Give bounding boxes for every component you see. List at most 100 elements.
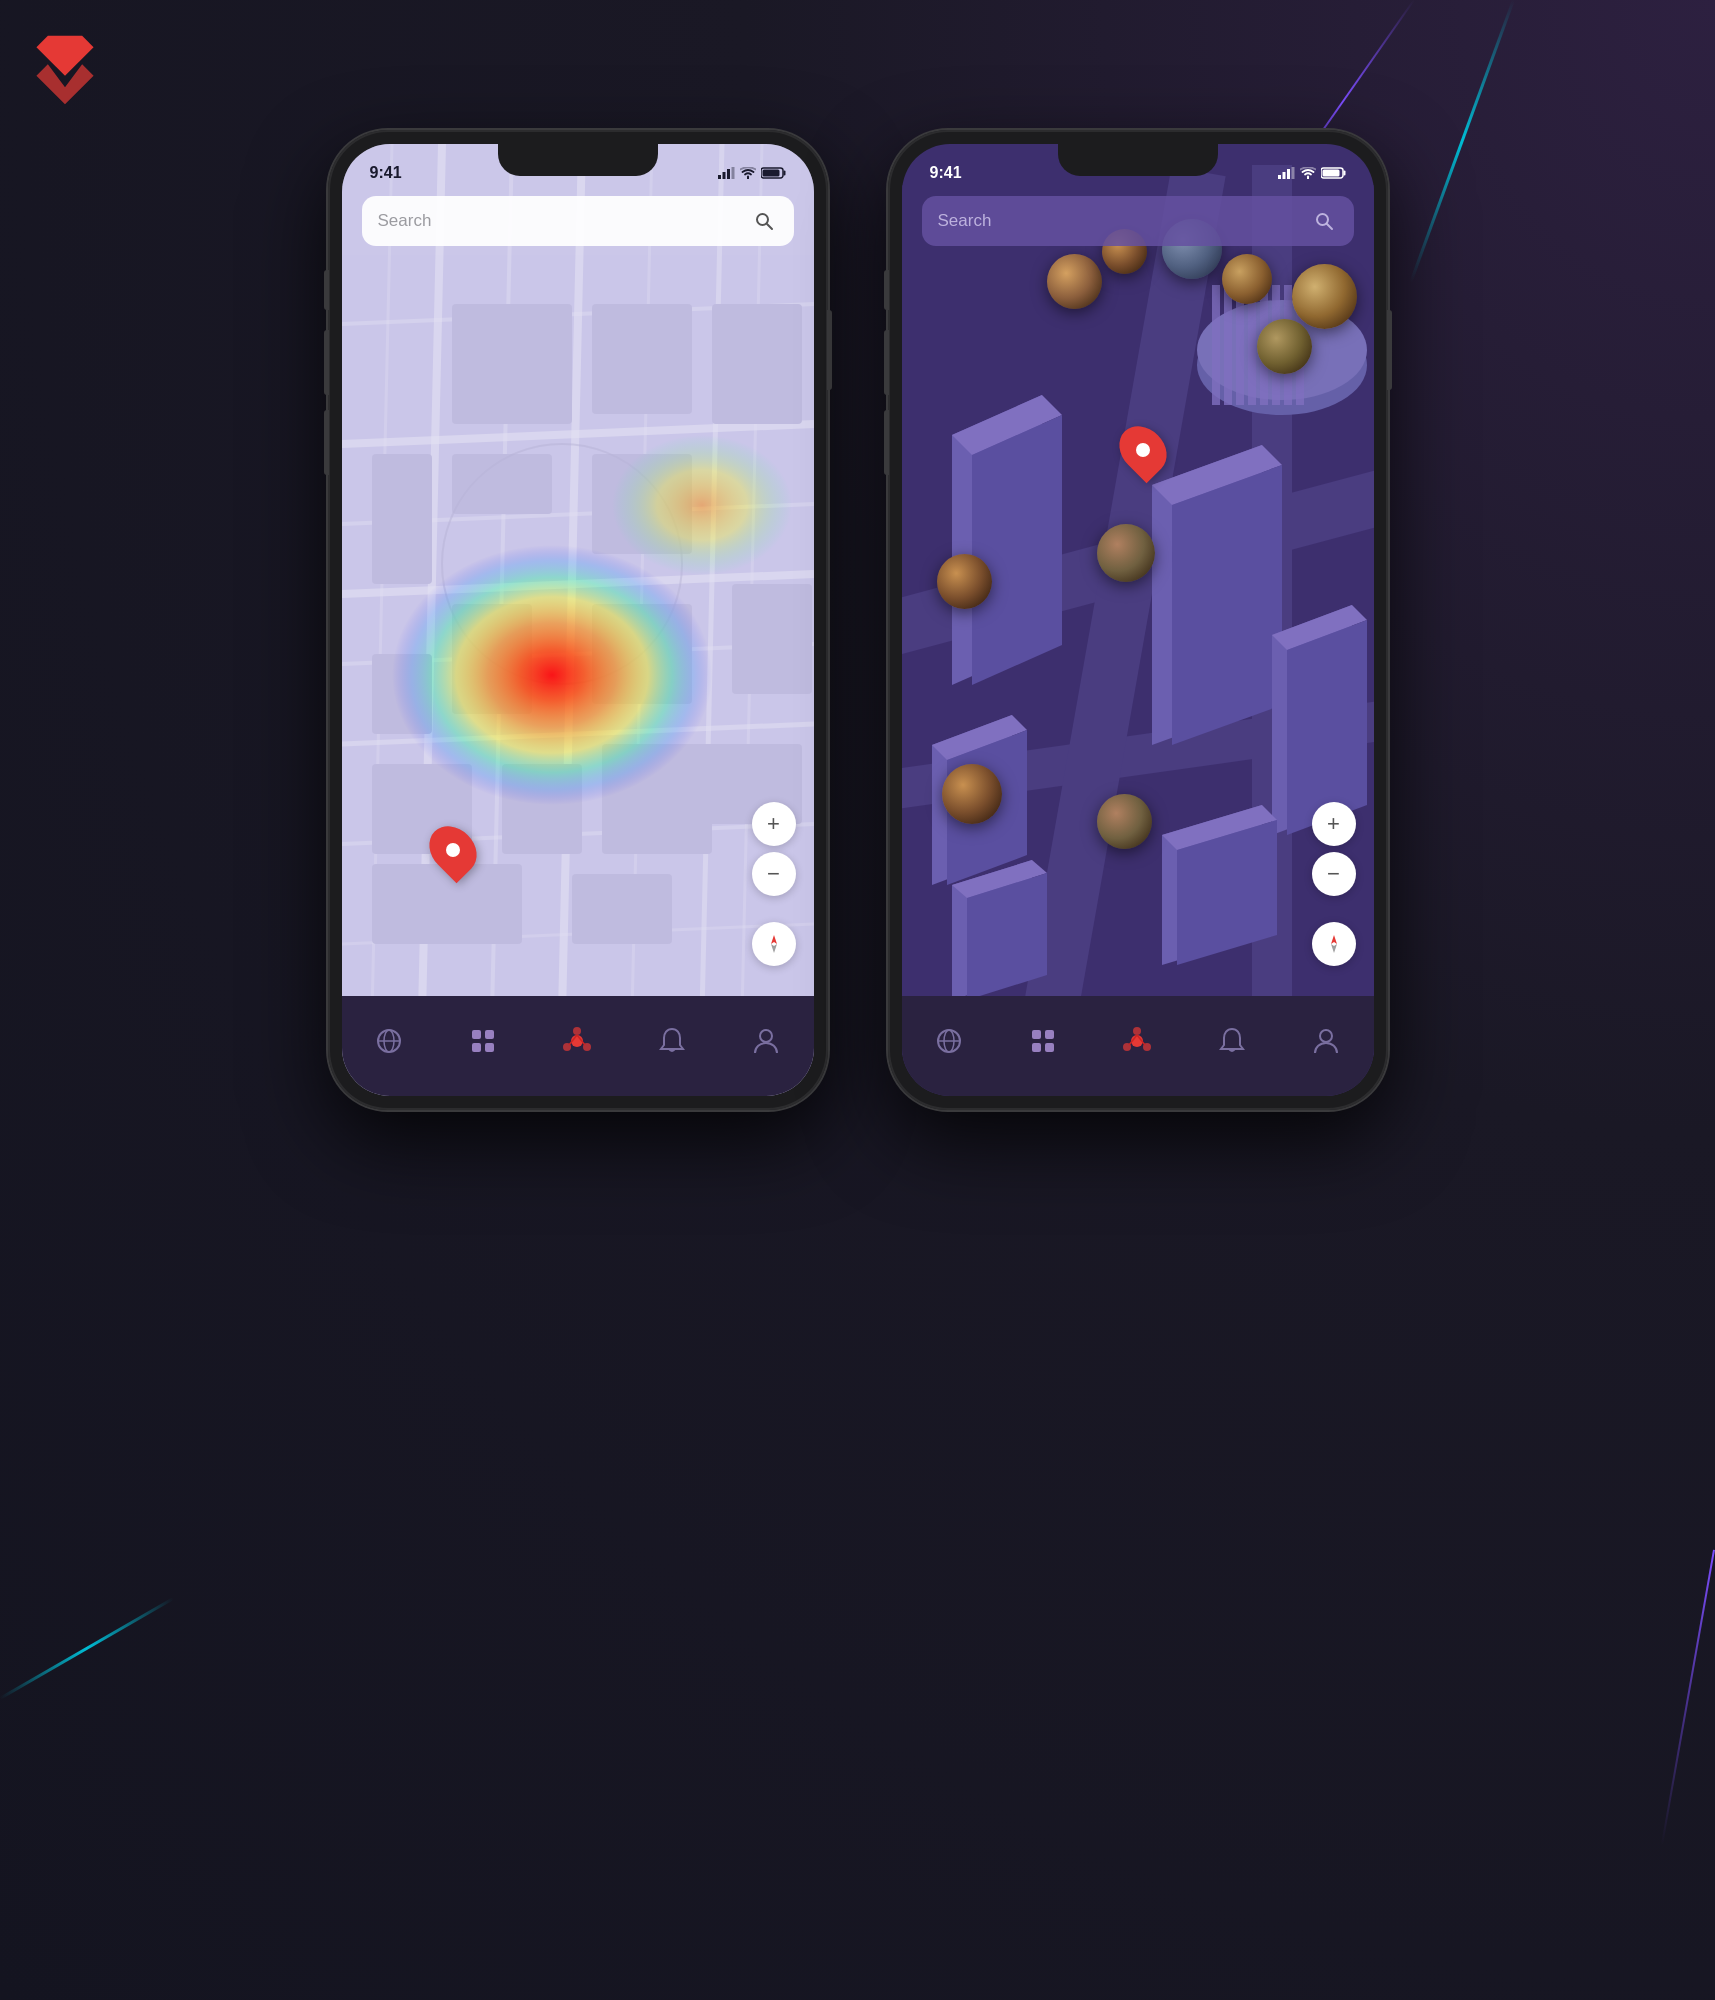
phone-left: + − 9:41: [328, 130, 828, 1110]
search-bar-right[interactable]: Search: [922, 196, 1354, 246]
status-icons-left: [718, 167, 786, 179]
heatmap-map: + −: [342, 144, 814, 1096]
globe-icon-left: [375, 1027, 403, 1055]
network-icon-right: [1121, 1025, 1153, 1057]
svg-rect-97: [1278, 175, 1281, 179]
deco-line-3: [0, 1597, 174, 1700]
search-icon-right[interactable]: [1310, 207, 1338, 235]
volume-up-btn-r: [884, 330, 889, 395]
svg-rect-110: [1045, 1030, 1054, 1039]
nav-globe-left[interactable]: [359, 1011, 419, 1071]
location-pin-left: [432, 824, 474, 876]
zoom-controls-right: + −: [1312, 802, 1356, 896]
time-left: 9:41: [370, 164, 402, 182]
bottom-nav-left: [342, 996, 814, 1096]
volume-up-btn: [324, 330, 329, 395]
svg-rect-40: [727, 169, 730, 179]
person-icon-left: [753, 1027, 779, 1055]
svg-rect-39: [722, 172, 725, 179]
battery-icon-left: [761, 167, 786, 179]
svg-rect-51: [485, 1030, 494, 1039]
notch-left: [498, 144, 658, 176]
svg-marker-69: [972, 415, 1062, 685]
svg-marker-72: [1172, 465, 1282, 745]
compass-icon: [763, 933, 785, 955]
search-bar-left[interactable]: Search: [362, 196, 794, 246]
volume-mute-btn: [324, 270, 329, 310]
nav-bell-left[interactable]: [642, 1011, 702, 1071]
network-icon-left: [561, 1025, 593, 1057]
svg-rect-53: [485, 1043, 494, 1052]
svg-rect-43: [762, 170, 779, 177]
svg-rect-52: [472, 1043, 481, 1052]
power-btn-r: [1387, 310, 1392, 390]
compass-left[interactable]: [752, 922, 796, 966]
svg-rect-87: [1212, 285, 1220, 405]
zoom-in-btn[interactable]: +: [752, 802, 796, 846]
logo: [30, 30, 100, 110]
phone-right: + − 9:41: [888, 130, 1388, 1110]
signal-icon-right: [1278, 167, 1295, 179]
orb-10: [1097, 794, 1152, 849]
orb-4: [1222, 254, 1272, 304]
search-text-left: Search: [378, 211, 740, 231]
svg-rect-103: [1343, 171, 1345, 176]
bottom-nav-right: [902, 996, 1374, 1096]
power-btn: [827, 310, 832, 390]
grid-icon-left: [469, 1027, 497, 1055]
zoom-controls-left: + −: [752, 802, 796, 896]
status-icons-right: [1278, 167, 1346, 179]
nav-globe-right[interactable]: [919, 1011, 979, 1071]
wifi-icon-right: [1300, 167, 1316, 179]
svg-rect-102: [1322, 170, 1339, 177]
nav-person-left[interactable]: [736, 1011, 796, 1071]
signal-icon-left: [718, 167, 735, 179]
svg-rect-38: [718, 175, 721, 179]
wifi-icon-left: [740, 167, 756, 179]
compass-right[interactable]: [1312, 922, 1356, 966]
svg-line-105: [1327, 224, 1332, 229]
bell-icon-left: [659, 1027, 685, 1055]
svg-point-114: [1133, 1027, 1141, 1035]
svg-marker-37: [771, 944, 777, 953]
person-icon-right: [1313, 1027, 1339, 1055]
map-3d: + −: [902, 144, 1374, 1096]
zoom-in-btn-right[interactable]: +: [1312, 802, 1356, 846]
orb-7: [937, 554, 992, 609]
volume-down-btn-r: [884, 410, 889, 475]
nav-bell-right[interactable]: [1202, 1011, 1262, 1071]
svg-rect-112: [1045, 1043, 1054, 1052]
zoom-out-btn-right[interactable]: −: [1312, 852, 1356, 896]
search-icon-left[interactable]: [750, 207, 778, 235]
svg-rect-50: [472, 1030, 481, 1039]
svg-rect-109: [1032, 1030, 1041, 1039]
grid-icon-right: [1029, 1027, 1057, 1055]
svg-point-35: [612, 435, 792, 575]
svg-marker-36: [771, 935, 777, 944]
pin-dot-right: [1136, 443, 1150, 457]
nav-grid-left[interactable]: [453, 1011, 513, 1071]
svg-marker-96: [1331, 944, 1337, 953]
time-right: 9:41: [930, 164, 962, 182]
orb-6: [1257, 319, 1312, 374]
svg-point-61: [760, 1030, 772, 1042]
svg-point-119: [1320, 1030, 1332, 1042]
svg-rect-44: [783, 171, 785, 176]
nav-grid-right[interactable]: [1013, 1011, 1073, 1071]
nav-person-right[interactable]: [1296, 1011, 1356, 1071]
orb-1: [1047, 254, 1102, 309]
deco-line-4: [1661, 1550, 1715, 1846]
orb-8: [1097, 524, 1155, 582]
orb-5: [1292, 264, 1357, 329]
zoom-out-btn[interactable]: −: [752, 852, 796, 896]
volume-mute-btn-r: [884, 270, 889, 310]
nav-network-left[interactable]: [547, 1011, 607, 1071]
nav-network-right[interactable]: [1107, 1011, 1167, 1071]
deco-line-1: [1409, 0, 1514, 282]
svg-rect-100: [1291, 167, 1294, 179]
battery-icon-right: [1321, 167, 1346, 179]
svg-rect-98: [1282, 172, 1285, 179]
pin-dot: [446, 843, 460, 857]
svg-point-55: [573, 1027, 581, 1035]
bell-icon-right: [1219, 1027, 1245, 1055]
